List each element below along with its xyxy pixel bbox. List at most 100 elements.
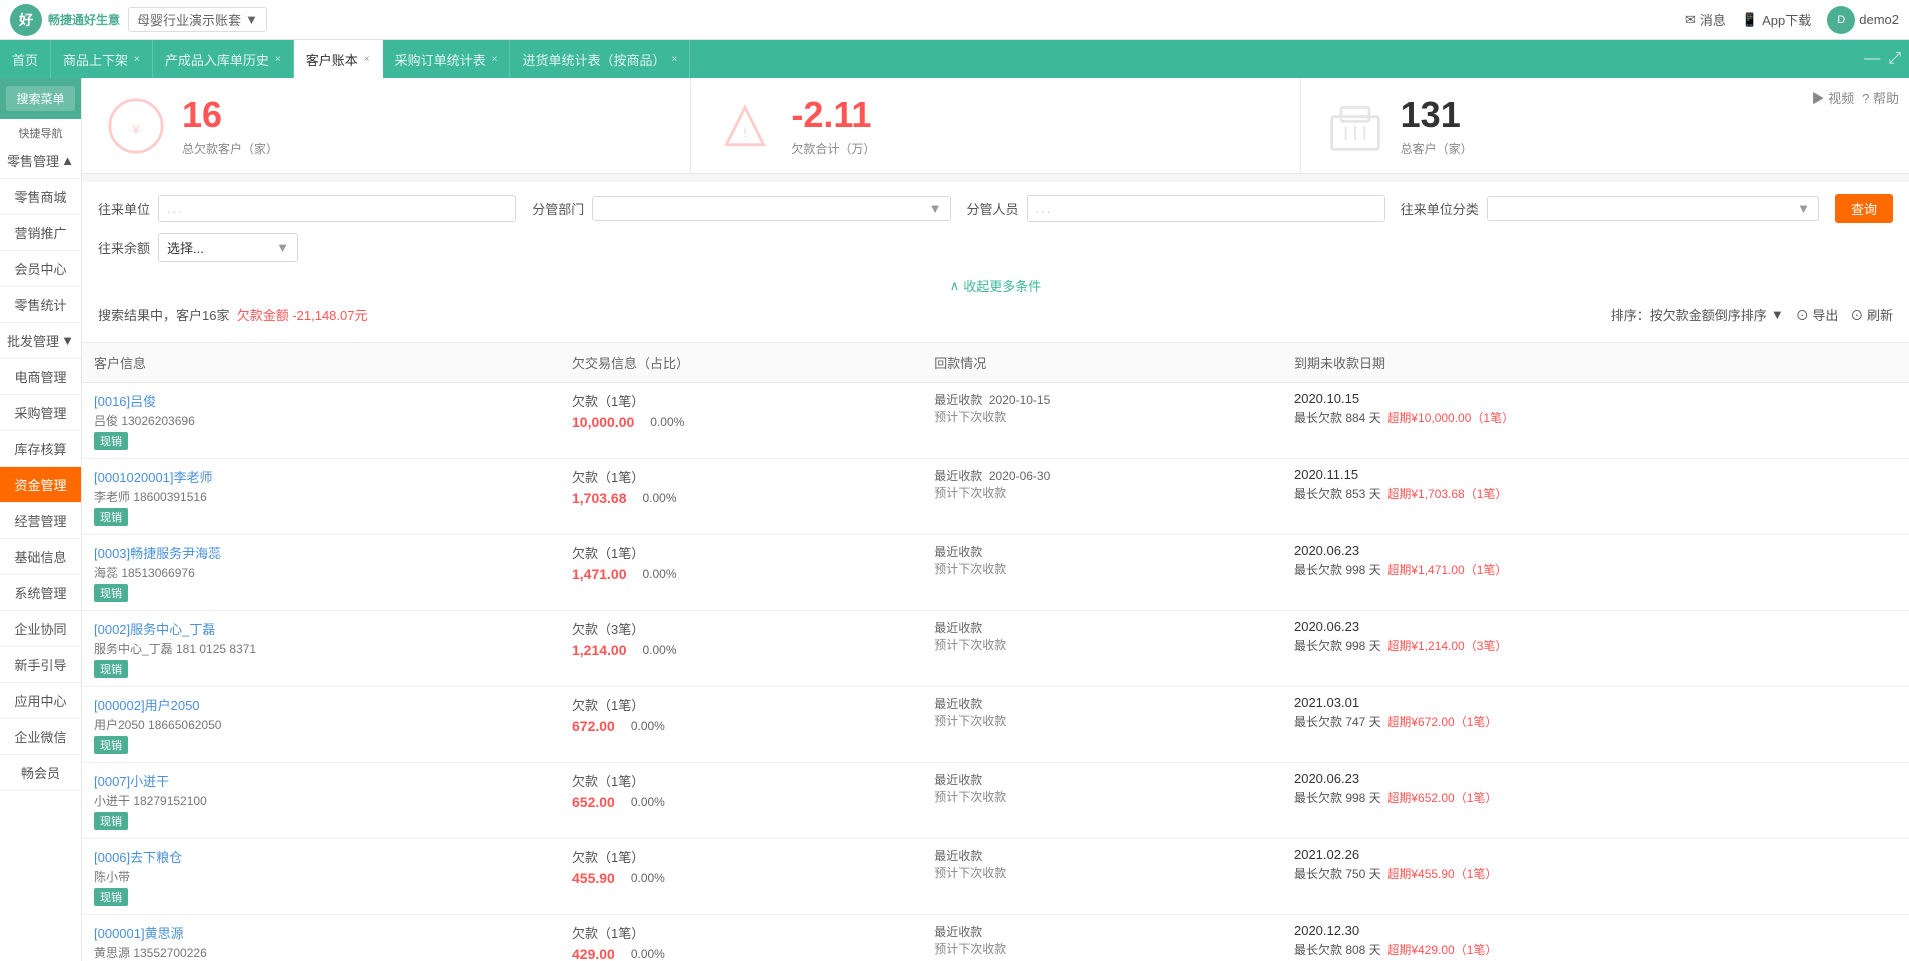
recent-payment: 最近收款 — [934, 923, 1270, 940]
debt-amount[interactable]: 1,703.68 — [572, 490, 627, 506]
debt-amount-number: -2.11 — [791, 94, 875, 136]
overdue-amount[interactable]: 超期¥672.00（1笔） — [1387, 715, 1497, 729]
sidebar-item-retail-mgmt[interactable]: 零售管理 ▲ — [0, 143, 81, 179]
customer-id-name[interactable]: [0016]吕俊 — [94, 391, 548, 410]
debt-amount[interactable]: 1,471.00 — [572, 566, 627, 582]
sidebar-item-batch-mgmt[interactable]: 批发管理 ▼ — [0, 323, 81, 359]
filter-balance: 往来余额 选择... ▼ — [98, 233, 1893, 262]
result-summary: 搜索结果中，客户16家 欠款金额 -21,148.07元 — [98, 305, 367, 324]
message-icon: ✉ — [1685, 12, 1696, 28]
sidebar-item-vip[interactable]: 畅会员 — [0, 755, 81, 791]
unit-class-select[interactable]: ▼ — [1487, 196, 1819, 221]
content-area: ¥ 16 总欠款客户（家） ! -2.11 欠款合计（ — [82, 78, 1909, 961]
tab-customer-account[interactable]: 客户账本 × — [294, 40, 383, 78]
table-row: [0003]畅捷服务尹海蕊 海蕊 18513066976 现销 欠款（1笔） 1… — [82, 535, 1909, 611]
brand-name: 畅捷通好生意 — [48, 11, 120, 28]
collapse-btn[interactable]: ∧ 收起更多条件 — [950, 276, 1042, 295]
debt-count: 欠款（1笔） — [572, 847, 910, 866]
overdue-amount[interactable]: 超期¥1,214.00（3笔） — [1387, 639, 1507, 653]
tab-maximize-btn[interactable]: ⤢ — [1888, 50, 1901, 68]
debt-percent: 0.00% — [631, 719, 665, 733]
close-icon[interactable]: × — [134, 54, 140, 65]
sort-select[interactable]: 排序：按欠款金额倒序排序 ▼ — [1611, 305, 1784, 324]
overdue-amount[interactable]: 超期¥429.00（1笔） — [1387, 943, 1497, 957]
search-menu-btn[interactable]: 搜索菜单 — [6, 86, 75, 111]
customer-id-name[interactable]: [0001020001]李老师 — [94, 467, 548, 486]
customer-id-name[interactable]: [0003]畅捷服务尹海蕊 — [94, 543, 548, 562]
tab-home[interactable]: 首页 — [0, 40, 51, 78]
debt-percent: 0.00% — [631, 947, 665, 961]
sidebar-item-app-center[interactable]: 应用中心 — [0, 683, 81, 719]
overdue-amount[interactable]: 超期¥1,703.68（1笔） — [1387, 487, 1507, 501]
balance-label: 往来余额 — [98, 238, 150, 257]
due-date: 2020.12.30 — [1294, 923, 1897, 938]
sidebar-item-retail-stats[interactable]: 零售统计 — [0, 287, 81, 323]
next-payment: 预计下次收款 — [934, 788, 1270, 805]
customer-id-name[interactable]: [0002]服务中心_丁磊 — [94, 619, 548, 638]
store-selector[interactable]: 母婴行业演示账套 ▼ — [128, 7, 267, 32]
tab-import-summary[interactable]: 进货单统计表（按商品） × — [510, 40, 690, 78]
user-menu[interactable]: D demo2 — [1827, 6, 1899, 34]
person-input[interactable]: ... — [1027, 195, 1385, 222]
cell-payment: 最近收款 预计下次收款 — [922, 535, 1282, 611]
chevron-down-icon: ▼ — [61, 333, 74, 348]
customer-id-name[interactable]: [000001]黄思源 — [94, 923, 548, 942]
tab-products-off[interactable]: 商品上下架 × — [51, 40, 153, 78]
debt-amount[interactable]: 1,214.00 — [572, 642, 627, 658]
sidebar-item-marketing[interactable]: 营销推广 — [0, 215, 81, 251]
close-icon[interactable]: × — [671, 54, 677, 65]
debt-amount[interactable]: 455.90 — [572, 870, 615, 886]
debt-count: 欠款（1笔） — [572, 923, 910, 942]
sidebar-item-member[interactable]: 会员中心 — [0, 251, 81, 287]
overdue-amount[interactable]: 超期¥652.00（1笔） — [1387, 791, 1497, 805]
tab-minimize-btn[interactable]: — — [1864, 50, 1880, 68]
close-icon[interactable]: × — [275, 54, 281, 65]
tab-production-history[interactable]: 产成品入库单历史 × — [153, 40, 294, 78]
debt-amount[interactable]: 652.00 — [572, 794, 615, 810]
sidebar-item-retail-shop[interactable]: 零售商城 — [0, 179, 81, 215]
filter-row-1: 往来单位 ... 分管部门 ▼ 分管人员 ... — [98, 194, 1893, 223]
tab-purchase-summary[interactable]: 采购订单统计表 × — [383, 40, 511, 78]
recent-payment: 最近收款 — [934, 543, 1270, 560]
dept-select[interactable]: ▼ — [592, 196, 950, 221]
help-btn[interactable]: ? 帮助 — [1862, 88, 1899, 107]
search-btn[interactable]: 查询 — [1835, 194, 1893, 223]
sidebar-item-system[interactable]: 系统管理 — [0, 575, 81, 611]
cell-due-date: 2020.06.23 最长欠款 998 天 超期¥652.00（1笔） — [1282, 763, 1909, 839]
overdue-amount[interactable]: 超期¥10,000.00（1笔） — [1387, 411, 1514, 425]
sidebar-item-inventory[interactable]: 库存核算 — [0, 431, 81, 467]
sidebar-item-business[interactable]: 经营管理 — [0, 503, 81, 539]
balance-select[interactable]: 选择... ▼ — [158, 233, 298, 262]
due-date: 2021.03.01 — [1294, 695, 1897, 710]
due-date: 2020.06.23 — [1294, 771, 1897, 786]
chevron-down-icon: ▼ — [1771, 307, 1784, 322]
overdue-amount[interactable]: 超期¥1,471.00（1笔） — [1387, 563, 1507, 577]
message-btn[interactable]: ✉ 消息 — [1685, 10, 1726, 29]
sidebar-item-purchase[interactable]: 采购管理 — [0, 395, 81, 431]
app-download-btn[interactable]: 📱 App下载 — [1742, 10, 1811, 29]
sidebar-item-finance[interactable]: 资金管理 — [0, 467, 81, 503]
due-date: 2020.06.23 — [1294, 619, 1897, 634]
video-btn[interactable]: ▶ 视频 — [1811, 88, 1854, 107]
sidebar-item-ecommerce[interactable]: 电商管理 — [0, 359, 81, 395]
customer-id-name[interactable]: [0006]去下粮仓 — [94, 847, 548, 866]
export-btn[interactable]: ⊙ 导出 — [1796, 305, 1839, 324]
sidebar-item-wechat[interactable]: 企业微信 — [0, 719, 81, 755]
message-label: 消息 — [1700, 10, 1726, 29]
source-unit-input[interactable]: ... — [158, 195, 516, 222]
close-icon[interactable]: × — [364, 54, 370, 65]
tab-products-off-label: 商品上下架 — [63, 50, 128, 69]
debt-amount[interactable]: 429.00 — [572, 946, 615, 961]
debt-amount[interactable]: 672.00 — [572, 718, 615, 734]
refresh-btn[interactable]: ⊙ 刷新 — [1850, 305, 1893, 324]
debt-amount[interactable]: 10,000.00 — [572, 414, 634, 430]
due-date: 2021.02.26 — [1294, 847, 1897, 862]
overdue-amount[interactable]: 超期¥455.90（1笔） — [1387, 867, 1497, 881]
sidebar-item-guide[interactable]: 新手引导 — [0, 647, 81, 683]
customer-id-name[interactable]: [0007]小迸干 — [94, 771, 548, 790]
sidebar-item-basic-info[interactable]: 基础信息 — [0, 539, 81, 575]
close-icon[interactable]: × — [492, 54, 498, 65]
debt-customers-label: 总欠款客户（家） — [182, 140, 278, 157]
sidebar-item-enterprise[interactable]: 企业协同 — [0, 611, 81, 647]
customer-id-name[interactable]: [000002]用户2050 — [94, 695, 548, 714]
